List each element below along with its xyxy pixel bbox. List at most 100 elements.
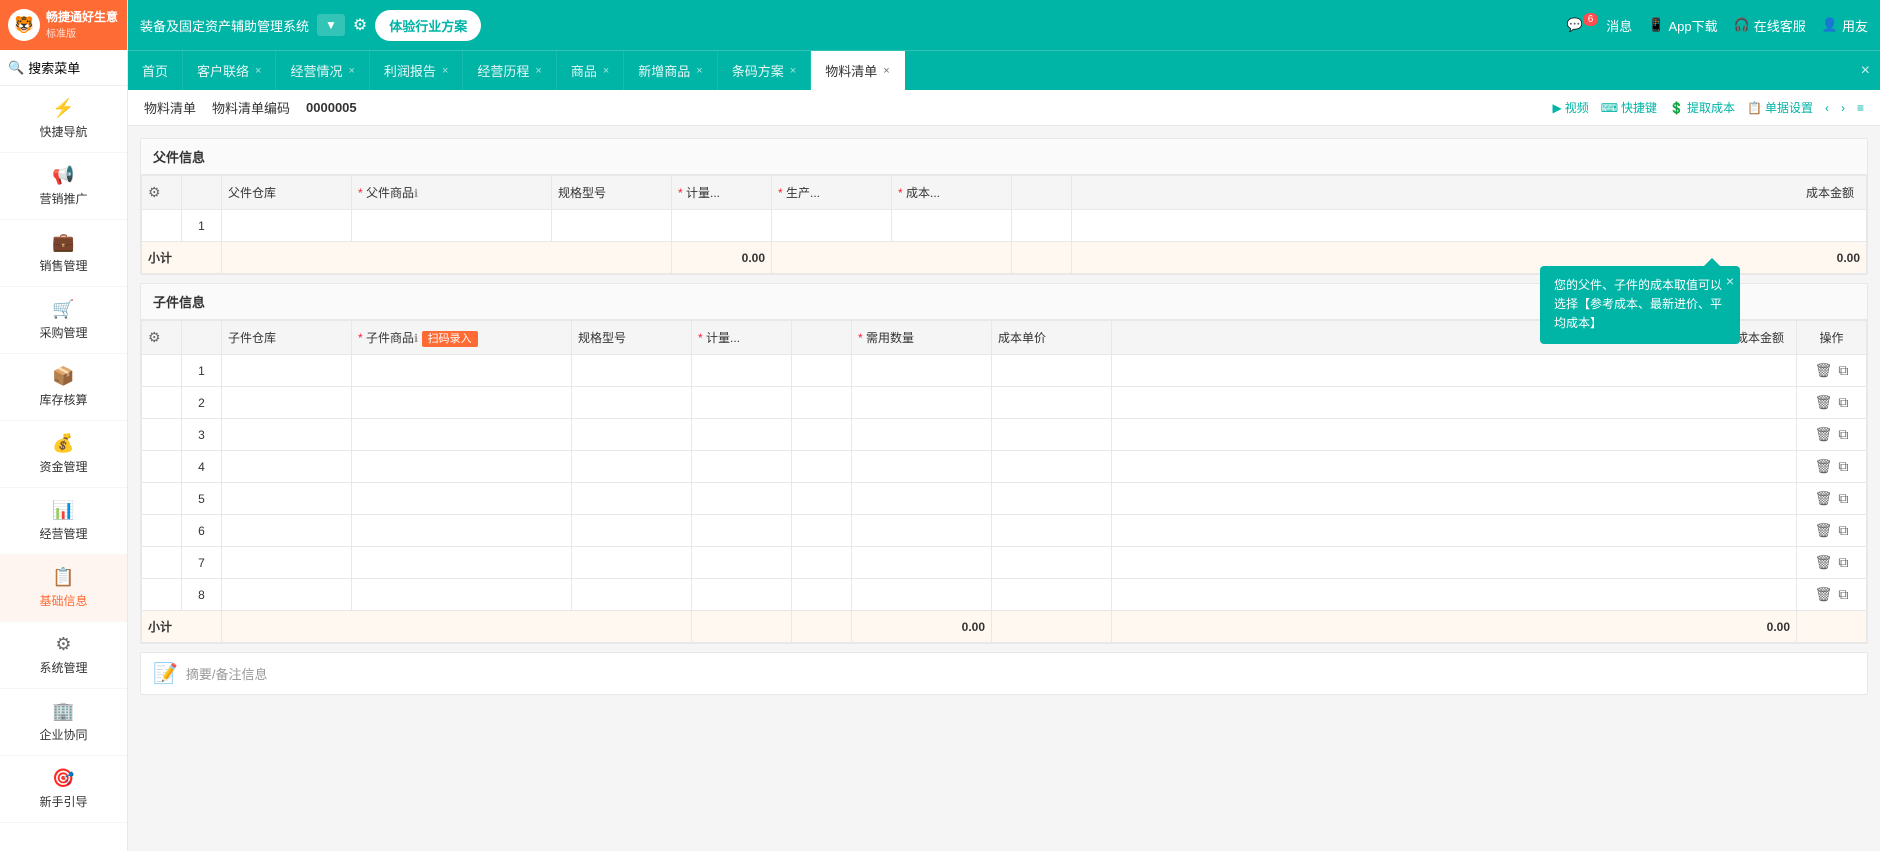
child-row8-warehouse[interactable] [222, 579, 352, 611]
sidebar-item-operations[interactable]: 📊 经营管理 [0, 488, 127, 555]
view-video-button[interactable]: ▶ 视频 [1552, 99, 1588, 116]
copy-row5-button[interactable]: ⧉ [1838, 490, 1848, 507]
tab-history[interactable]: 经营历程 × [463, 51, 556, 91]
tab-new-goods-close[interactable]: × [696, 65, 702, 77]
child-row6-unit-cost[interactable] [992, 515, 1112, 547]
child-row5-product[interactable] [352, 483, 572, 515]
delete-row3-button[interactable]: 🗑 [1815, 426, 1833, 443]
tab-business-close[interactable]: × [348, 65, 354, 77]
child-row5-spec[interactable] [572, 483, 692, 515]
child-row2-unit-cost[interactable] [992, 387, 1112, 419]
tab-barcode-close[interactable]: × [790, 65, 796, 77]
child-row6-unit[interactable] [692, 515, 792, 547]
copy-row1-button[interactable]: ⧉ [1838, 362, 1848, 379]
child-row3-unit[interactable] [692, 419, 792, 451]
tab-barcode[interactable]: 条码方案 × [718, 51, 811, 91]
child-row8-spec[interactable] [572, 579, 692, 611]
child-row2-quantity[interactable] [852, 387, 992, 419]
doc-settings-button[interactable]: 📋 单据设置 [1747, 99, 1813, 116]
child-row4-product[interactable] [352, 451, 572, 483]
parent-row-unit[interactable] [672, 210, 772, 242]
copy-row2-button[interactable]: ⧉ [1838, 394, 1848, 411]
shortcut-button[interactable]: ⌨ 快捷键 [1601, 99, 1657, 116]
message-button[interactable]: 💬 6 消息 [1567, 16, 1633, 35]
child-row6-warehouse[interactable] [222, 515, 352, 547]
tab-business[interactable]: 经营情况 × [276, 51, 369, 91]
child-row1-product[interactable] [352, 355, 572, 387]
tab-profit[interactable]: 利润报告 × [370, 51, 463, 91]
copy-row4-button[interactable]: ⧉ [1838, 458, 1848, 475]
system-dropdown[interactable]: ▼ [317, 14, 345, 36]
child-row8-quantity[interactable] [852, 579, 992, 611]
nav-prev-icon[interactable]: ‹ [1825, 101, 1829, 115]
tab-customers[interactable]: 客户联络 × [183, 51, 276, 91]
child-row7-product[interactable] [352, 547, 572, 579]
child-row7-unit[interactable] [692, 547, 792, 579]
child-row7-unit-cost[interactable] [992, 547, 1112, 579]
child-row3-spec[interactable] [572, 419, 692, 451]
child-row8-product[interactable] [352, 579, 572, 611]
scan-badge[interactable]: 扫码录入 [422, 331, 478, 347]
child-row1-warehouse[interactable] [222, 355, 352, 387]
child-row1-quantity[interactable] [852, 355, 992, 387]
delete-row7-button[interactable]: 🗑 [1815, 554, 1833, 571]
child-row5-unit-cost[interactable] [992, 483, 1112, 515]
sidebar-item-sales[interactable]: 💼 销售管理 [0, 220, 127, 287]
child-row3-warehouse[interactable] [222, 419, 352, 451]
extract-cost-button[interactable]: 💲 提取成本 [1669, 99, 1735, 116]
child-row5-unit[interactable] [692, 483, 792, 515]
child-row2-warehouse[interactable] [222, 387, 352, 419]
list-icon[interactable]: ≡ [1857, 101, 1864, 115]
child-row3-product[interactable] [352, 419, 572, 451]
child-row1-unit[interactable] [692, 355, 792, 387]
close-all-tabs[interactable]: × [1851, 62, 1880, 80]
delete-row1-button[interactable]: 🗑 [1815, 362, 1833, 379]
tooltip-close-button[interactable]: × [1726, 270, 1734, 292]
delete-row4-button[interactable]: 🗑 [1815, 458, 1833, 475]
child-row2-spec[interactable] [572, 387, 692, 419]
child-row8-unit-cost[interactable] [992, 579, 1112, 611]
delete-row6-button[interactable]: 🗑 [1815, 522, 1833, 539]
sidebar-item-marketing[interactable]: 📢 营销推广 [0, 153, 127, 220]
child-row6-quantity[interactable] [852, 515, 992, 547]
tab-customers-close[interactable]: × [255, 65, 261, 77]
child-row8-unit[interactable] [692, 579, 792, 611]
delete-row5-button[interactable]: 🗑 [1815, 490, 1833, 507]
tab-bom[interactable]: 物料清单 × [811, 51, 904, 91]
child-row7-spec[interactable] [572, 547, 692, 579]
child-row4-warehouse[interactable] [222, 451, 352, 483]
child-settings-icon[interactable]: ⚙ [148, 329, 161, 345]
parent-row-cost[interactable] [892, 210, 1012, 242]
sidebar-item-purchase[interactable]: 🛒 采购管理 [0, 287, 127, 354]
search-menu[interactable]: 🔍 搜索菜单 [0, 50, 127, 86]
child-row2-product[interactable] [352, 387, 572, 419]
child-row6-spec[interactable] [572, 515, 692, 547]
gear-icon[interactable]: ⚙ [353, 15, 367, 35]
tab-history-close[interactable]: × [535, 65, 541, 77]
tab-home[interactable]: 首页 [128, 51, 183, 91]
delete-row8-button[interactable]: 🗑 [1815, 586, 1833, 603]
child-row1-spec[interactable] [572, 355, 692, 387]
parent-row-product[interactable] [352, 210, 552, 242]
child-row6-product[interactable] [352, 515, 572, 547]
child-row5-warehouse[interactable] [222, 483, 352, 515]
sidebar-item-basic-info[interactable]: 📋 基础信息 [0, 555, 127, 622]
sidebar-item-inventory[interactable]: 📦 库存核算 [0, 354, 127, 421]
child-row1-unit-cost[interactable] [992, 355, 1112, 387]
child-row3-unit-cost[interactable] [992, 419, 1112, 451]
tab-new-goods[interactable]: 新增商品 × [624, 51, 717, 91]
trial-button[interactable]: 体验行业方案 [375, 10, 481, 41]
child-row4-spec[interactable] [572, 451, 692, 483]
user-button[interactable]: 👤 用友 [1822, 16, 1868, 35]
sidebar-item-enterprise[interactable]: 🏢 企业协同 [0, 689, 127, 756]
copy-row6-button[interactable]: ⧉ [1838, 522, 1848, 539]
tab-bom-close[interactable]: × [883, 65, 889, 77]
parent-row-production[interactable] [772, 210, 892, 242]
app-download-button[interactable]: 📱 App下载 [1648, 16, 1717, 35]
child-row3-quantity[interactable] [852, 419, 992, 451]
child-row4-unit[interactable] [692, 451, 792, 483]
child-row4-unit-cost[interactable] [992, 451, 1112, 483]
sidebar-item-guide[interactable]: 🎯 新手引导 [0, 756, 127, 823]
copy-row7-button[interactable]: ⧉ [1838, 554, 1848, 571]
child-row2-unit[interactable] [692, 387, 792, 419]
